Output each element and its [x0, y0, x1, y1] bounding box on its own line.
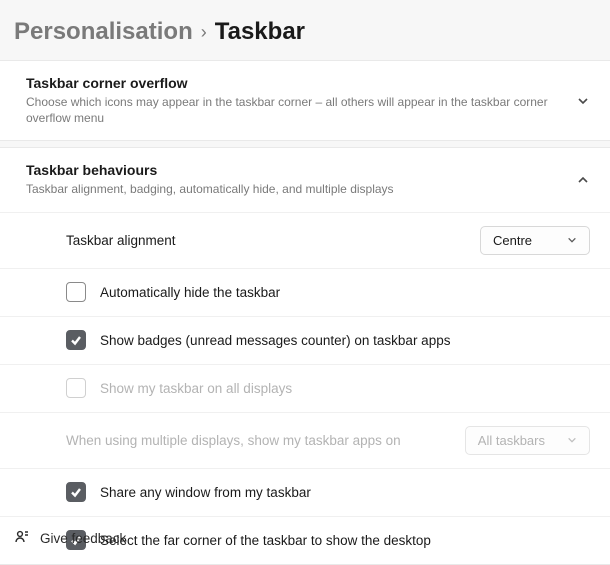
- behaviour-rows: Taskbar alignment Centre Automatically h…: [0, 212, 610, 564]
- section-desc: Taskbar alignment, badging, automaticall…: [26, 181, 576, 197]
- checkbox-share-any[interactable]: [66, 482, 86, 502]
- breadcrumb-parent[interactable]: Personalisation: [14, 18, 193, 46]
- row-badges[interactable]: Show badges (unread messages counter) on…: [0, 316, 610, 364]
- row-label: Select the far corner of the taskbar to …: [100, 533, 590, 548]
- row-multi-displays: When using multiple displays, show my ta…: [0, 412, 610, 468]
- chevron-down-icon: [567, 233, 577, 248]
- section-overflow: Taskbar corner overflow Choose which ico…: [0, 60, 610, 141]
- select-value: All taskbars: [478, 433, 545, 448]
- chevron-down-icon: [567, 433, 577, 448]
- chevron-up-icon: [576, 173, 590, 187]
- chevron-down-icon: [576, 94, 590, 108]
- row-label: When using multiple displays, show my ta…: [66, 433, 465, 448]
- row-taskbar-alignment: Taskbar alignment Centre: [0, 212, 610, 268]
- section-title: Taskbar corner overflow: [26, 75, 576, 91]
- checkbox-badges[interactable]: [66, 330, 86, 350]
- row-label: Share any window from my taskbar: [100, 485, 590, 500]
- row-autohide[interactable]: Automatically hide the taskbar: [0, 268, 610, 316]
- section-head-behaviours[interactable]: Taskbar behaviours Taskbar alignment, ba…: [0, 148, 610, 211]
- feedback-icon: [14, 529, 30, 548]
- row-label: Show my taskbar on all displays: [100, 381, 590, 396]
- checkbox-all-displays: [66, 378, 86, 398]
- section-head-overflow[interactable]: Taskbar corner overflow Choose which ico…: [0, 61, 610, 140]
- section-desc: Choose which icons may appear in the tas…: [26, 94, 576, 126]
- row-label: Taskbar alignment: [66, 233, 480, 248]
- breadcrumb: Personalisation › Taskbar: [0, 0, 610, 60]
- feedback-label: Give feedback: [40, 531, 126, 546]
- chevron-right-icon: ›: [201, 22, 207, 43]
- row-label: Automatically hide the taskbar: [100, 285, 590, 300]
- select-alignment[interactable]: Centre: [480, 226, 590, 255]
- row-label: Show badges (unread messages counter) on…: [100, 333, 590, 348]
- row-all-displays: Show my taskbar on all displays: [0, 364, 610, 412]
- checkbox-autohide[interactable]: [66, 282, 86, 302]
- row-share-any[interactable]: Share any window from my taskbar: [0, 468, 610, 516]
- section-behaviours: Taskbar behaviours Taskbar alignment, ba…: [0, 147, 610, 564]
- section-title: Taskbar behaviours: [26, 162, 576, 178]
- select-value: Centre: [493, 233, 532, 248]
- select-multi-displays: All taskbars: [465, 426, 590, 455]
- breadcrumb-current: Taskbar: [215, 18, 305, 46]
- give-feedback-link[interactable]: Give feedback: [14, 529, 126, 548]
